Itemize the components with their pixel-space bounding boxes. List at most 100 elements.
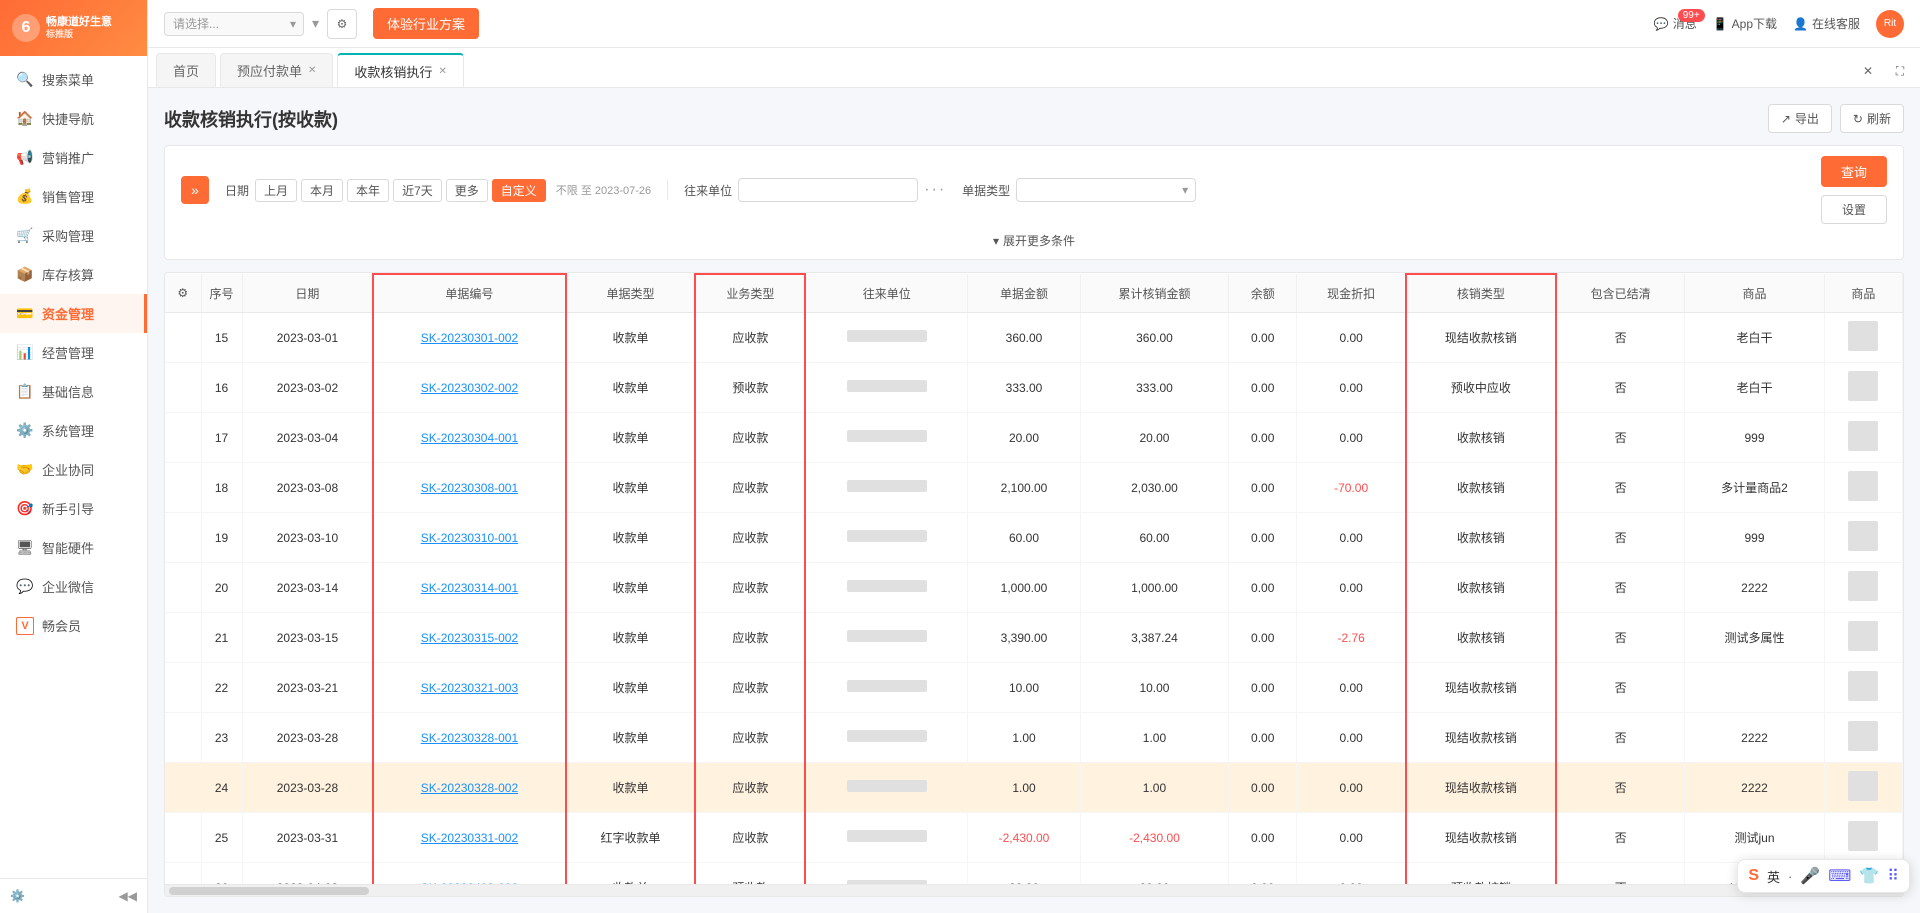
recent7-btn[interactable]: 近7天 bbox=[393, 179, 442, 202]
filter-toggle-button[interactable]: » bbox=[181, 176, 209, 204]
th-settings[interactable]: ⚙ bbox=[165, 274, 201, 313]
table-row[interactable]: 15 2023-03-01 SK-20230301-002 收款单 应收款 36… bbox=[165, 313, 1903, 363]
table-row[interactable]: 16 2023-03-02 SK-20230302-002 收款单 预收款 33… bbox=[165, 363, 1903, 413]
table-row[interactable]: 22 2023-03-21 SK-20230321-003 收款单 应收款 10… bbox=[165, 663, 1903, 713]
singleno-link[interactable]: SK-20230314-001 bbox=[421, 581, 518, 595]
td-balance: 0.00 bbox=[1229, 713, 1297, 763]
collapse-icon[interactable]: ◀◀ bbox=[119, 889, 137, 903]
singleno-link[interactable]: SK-20230308-001 bbox=[421, 481, 518, 495]
sidebar-item-enterprise[interactable]: 🤝 企业协同 bbox=[0, 450, 147, 489]
sidebar-item-inventory[interactable]: 📦 库存核算 bbox=[0, 255, 147, 294]
sidebar-item-finance[interactable]: 💳 资金管理 bbox=[0, 294, 147, 333]
sidebar-item-member[interactable]: V 畅会员 bbox=[0, 606, 147, 645]
sidebar-item-wechat[interactable]: 💬 企业微信 bbox=[0, 567, 147, 606]
sidebar-item-label: 快捷导航 bbox=[42, 109, 94, 128]
app-download-button[interactable]: 📱 App下载 bbox=[1713, 15, 1777, 32]
sidebar-item-search[interactable]: 🔍 搜索菜单 bbox=[0, 60, 147, 99]
td-bill-type: 收款单 bbox=[566, 713, 696, 763]
table-row[interactable]: 24 2023-03-28 SK-20230328-002 收款单 应收款 1.… bbox=[165, 763, 1903, 813]
sidebar-item-sales[interactable]: 💰 销售管理 bbox=[0, 177, 147, 216]
td-cash-discount: -70.00 bbox=[1297, 463, 1406, 513]
date-label: 日期 bbox=[225, 182, 249, 199]
table-row[interactable]: 26 2023-04-03 SK-20230403-002 收款单 预收款 20… bbox=[165, 863, 1903, 885]
td-balance: 0.00 bbox=[1229, 363, 1297, 413]
tabbar-close-button[interactable]: ✕ bbox=[1856, 59, 1880, 83]
td-bill-type: 收款单 bbox=[566, 563, 696, 613]
singleno-link[interactable]: SK-20230331-002 bbox=[421, 831, 518, 845]
tab-collection-close-icon[interactable]: ✕ bbox=[438, 66, 446, 77]
tabbar-expand-button[interactable]: ⛶ bbox=[1888, 59, 1912, 83]
td-counterparty bbox=[805, 863, 967, 885]
td-bill-type: 收款单 bbox=[566, 663, 696, 713]
gear-button[interactable]: ⚙ bbox=[327, 9, 357, 39]
avatar[interactable]: Rit bbox=[1876, 10, 1904, 38]
table-row[interactable]: 20 2023-03-14 SK-20230314-001 收款单 应收款 1,… bbox=[165, 563, 1903, 613]
td-biz-type: 预收款 bbox=[695, 863, 805, 885]
singleno-link[interactable]: SK-20230328-001 bbox=[421, 731, 518, 745]
table-wrapper[interactable]: ⚙ 序号 日期 单据编号 单据类型 业务类型 往来单位 单据金额 累计核销金额 … bbox=[165, 273, 1903, 884]
td-no: 25 bbox=[201, 813, 242, 863]
curr-year-btn[interactable]: 本年 bbox=[347, 179, 389, 202]
microphone-icon[interactable]: 🎤 bbox=[1800, 866, 1820, 886]
td-counterparty bbox=[805, 613, 967, 663]
prev-month-btn[interactable]: 上月 bbox=[255, 179, 297, 202]
singleno-link[interactable]: SK-20230302-002 bbox=[421, 381, 518, 395]
tab-advance-close-icon[interactable]: ✕ bbox=[308, 65, 316, 76]
message-button[interactable]: 💬 消息 99+ bbox=[1654, 15, 1697, 32]
query-button[interactable]: 查询 bbox=[1821, 156, 1887, 187]
scroll-thumb[interactable] bbox=[169, 887, 369, 895]
online-service-button[interactable]: 👤 在线客服 bbox=[1793, 15, 1860, 32]
sidebar-item-operation[interactable]: 📊 经营管理 bbox=[0, 333, 147, 372]
more-btn[interactable]: 更多 bbox=[446, 179, 488, 202]
td-goods2 bbox=[1824, 713, 1902, 763]
tab-advance[interactable]: 预应付款单 ✕ bbox=[220, 53, 333, 87]
singleno-link[interactable]: SK-20230328-002 bbox=[421, 781, 518, 795]
tab-home[interactable]: 首页 bbox=[156, 53, 216, 87]
td-no: 18 bbox=[201, 463, 242, 513]
singleno-link[interactable]: SK-20230310-001 bbox=[421, 531, 518, 545]
sidebar-item-label: 销售管理 bbox=[42, 187, 94, 206]
sidebar-item-hardware[interactable]: 🖥 智能硬件 bbox=[0, 528, 147, 567]
table-row[interactable]: 23 2023-03-28 SK-20230328-001 收款单 应收款 1.… bbox=[165, 713, 1903, 763]
td-settings bbox=[165, 663, 201, 713]
counterparty-input[interactable] bbox=[738, 178, 918, 202]
td-balance: 0.00 bbox=[1229, 813, 1297, 863]
wechat-icon: 💬 bbox=[16, 578, 34, 596]
dropdown-arrow-icon[interactable]: ▾ bbox=[312, 15, 319, 32]
sidebar-item-purchase[interactable]: 🛒 采购管理 bbox=[0, 216, 147, 255]
sidebar-item-guide[interactable]: 🎯 新手引导 bbox=[0, 489, 147, 528]
curr-month-btn[interactable]: 本月 bbox=[301, 179, 343, 202]
solution-button[interactable]: 体验行业方案 bbox=[373, 8, 479, 39]
dots-icon[interactable]: ··· bbox=[924, 181, 946, 199]
float-input-bar[interactable]: S 英 · 🎤 ⌨ 👕 ⠿ bbox=[1737, 859, 1910, 893]
td-balance: 0.00 bbox=[1229, 463, 1297, 513]
refresh-button[interactable]: ↻ 刷新 bbox=[1840, 104, 1904, 133]
sidebar-item-system[interactable]: ⚙️ 系统管理 bbox=[0, 411, 147, 450]
service-icon: 👤 bbox=[1793, 17, 1808, 31]
sidebar-item-basic[interactable]: 📋 基础信息 bbox=[0, 372, 147, 411]
singleno-link[interactable]: SK-20230304-001 bbox=[421, 431, 518, 445]
table-row[interactable]: 25 2023-03-31 SK-20230331-002 红字收款单 应收款 … bbox=[165, 813, 1903, 863]
custom-btn[interactable]: 自定义 bbox=[492, 179, 546, 202]
sidebar-item-marketing[interactable]: 📢 营销推广 bbox=[0, 138, 147, 177]
table-row[interactable]: 21 2023-03-15 SK-20230315-002 收款单 应收款 3,… bbox=[165, 613, 1903, 663]
settings-icon[interactable]: ⚙️ bbox=[10, 889, 25, 903]
keyboard-icon[interactable]: ⌨ bbox=[1828, 866, 1851, 886]
table-row[interactable]: 17 2023-03-04 SK-20230304-001 收款单 应收款 20… bbox=[165, 413, 1903, 463]
singleno-link[interactable]: SK-20230301-002 bbox=[421, 331, 518, 345]
td-include-settled: 否 bbox=[1556, 763, 1685, 813]
td-singleno: SK-20230331-002 bbox=[373, 813, 565, 863]
topbar-select[interactable]: 请选择... bbox=[164, 12, 304, 36]
sidebar-item-quick-nav[interactable]: 🏠 快捷导航 bbox=[0, 99, 147, 138]
expand-conditions-button[interactable]: ▾ 展开更多条件 bbox=[993, 232, 1075, 249]
export-button[interactable]: ↗ 导出 bbox=[1768, 104, 1832, 133]
singleno-link[interactable]: SK-20230315-002 bbox=[421, 631, 518, 645]
tab-collection[interactable]: 收款核销执行 ✕ bbox=[337, 53, 463, 87]
table-row[interactable]: 19 2023-03-10 SK-20230310-001 收款单 应收款 60… bbox=[165, 513, 1903, 563]
table-scrollbar[interactable] bbox=[165, 884, 1903, 896]
setting-button[interactable]: 设置 bbox=[1821, 195, 1887, 224]
bill-type-select[interactable] bbox=[1016, 178, 1196, 202]
td-counterparty bbox=[805, 763, 967, 813]
singleno-link[interactable]: SK-20230321-003 bbox=[421, 681, 518, 695]
table-row[interactable]: 18 2023-03-08 SK-20230308-001 收款单 应收款 2,… bbox=[165, 463, 1903, 513]
